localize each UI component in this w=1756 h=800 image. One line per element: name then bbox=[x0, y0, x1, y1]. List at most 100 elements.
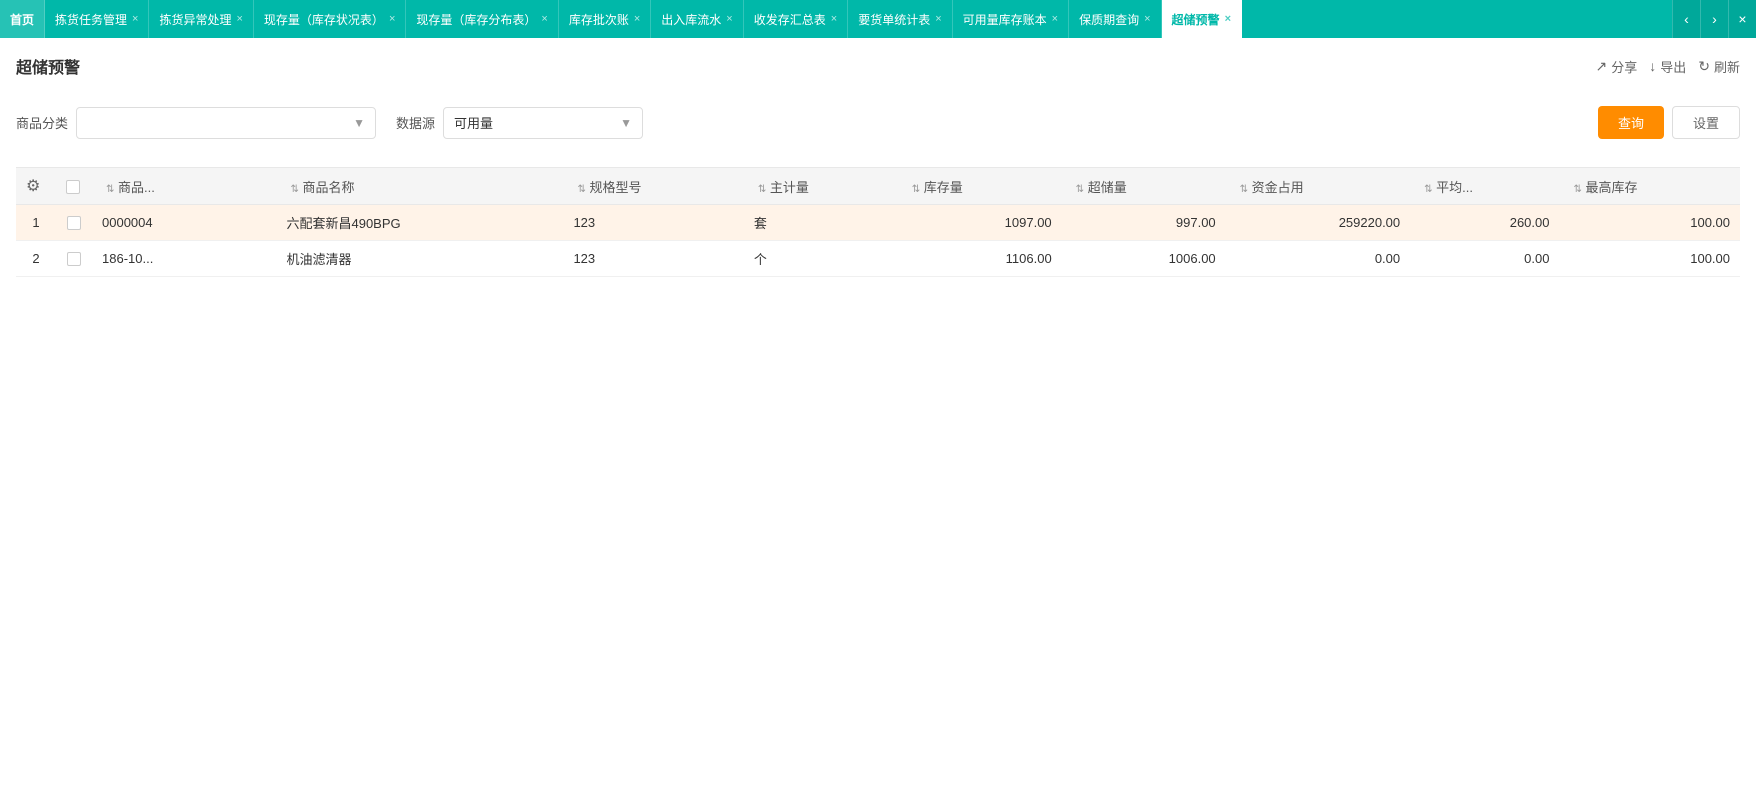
nav-item-flow[interactable]: 出入库流水 × bbox=[651, 0, 743, 38]
cell-capital-1: 0.00 bbox=[1226, 241, 1410, 277]
cell-avg-1: 0.00 bbox=[1410, 241, 1559, 277]
cell-over-1: 1006.00 bbox=[1062, 241, 1226, 277]
query-button[interactable]: 查询 bbox=[1598, 106, 1664, 139]
nav-item-home[interactable]: 首页 bbox=[0, 0, 45, 38]
export-button[interactable]: ↓ 导出 bbox=[1649, 57, 1686, 76]
table-row: 1 0000004 六配套新昌490BPG 123 套 1097.00 997.… bbox=[16, 205, 1740, 241]
close-icon-batch[interactable]: × bbox=[634, 13, 640, 25]
nav-item-current1[interactable]: 现存量（库存状况表） × bbox=[254, 0, 406, 38]
filter-datasource: 数据源 可用量 ▼ bbox=[396, 107, 643, 139]
refresh-label: 刷新 bbox=[1714, 57, 1740, 76]
cell-stock-1: 1106.00 bbox=[898, 241, 1062, 277]
close-icon-current1[interactable]: × bbox=[389, 13, 395, 25]
row-checkbox-0[interactable] bbox=[67, 216, 81, 230]
header-actions: ↗ 分享 ↓ 导出 ↻ 刷新 bbox=[1595, 57, 1740, 76]
close-icon-summary[interactable]: × bbox=[831, 13, 837, 25]
th-stock: ⇅ 库存量 bbox=[898, 168, 1062, 205]
cell-code-1: 186-10... bbox=[92, 241, 276, 277]
nav-item-task[interactable]: 拣货任务管理 × bbox=[45, 0, 149, 38]
datasource-value: 可用量 bbox=[454, 113, 493, 132]
close-icon-current2[interactable]: × bbox=[541, 13, 547, 25]
table-row: 2 186-10... 机油滤清器 123 个 1106.00 1006.00 … bbox=[16, 241, 1740, 277]
cell-name-0: 六配套新昌490BPG bbox=[276, 205, 563, 241]
refresh-button[interactable]: ↻ 刷新 bbox=[1698, 57, 1740, 76]
datasource-label: 数据源 bbox=[396, 113, 435, 132]
filter-category: 商品分类 ▼ bbox=[16, 107, 376, 139]
filter-buttons: 查询 设置 bbox=[1598, 106, 1740, 139]
cell-check-0[interactable] bbox=[56, 205, 92, 241]
th-avg: ⇅ 平均... bbox=[1410, 168, 1559, 205]
nav-label-current2: 现存量（库存分布表） bbox=[416, 11, 536, 28]
nav-prev-button[interactable]: ‹ bbox=[1672, 0, 1700, 38]
sort-icon-unit[interactable]: ⇅ bbox=[758, 184, 766, 195]
page-title: 超储预警 bbox=[16, 54, 80, 78]
close-icon-task[interactable]: × bbox=[132, 13, 138, 25]
share-icon: ↗ bbox=[1595, 58, 1607, 75]
nav-item-available[interactable]: 可用量库存账本 × bbox=[953, 0, 1069, 38]
top-nav: 首页 拣货任务管理 × 拣货异常处理 × 现存量（库存状况表） × 现存量（库存… bbox=[0, 0, 1756, 38]
close-icon-expiry[interactable]: × bbox=[1144, 13, 1150, 25]
nav-label-task: 拣货任务管理 bbox=[55, 11, 127, 28]
nav-item-current2[interactable]: 现存量（库存分布表） × bbox=[406, 0, 558, 38]
cell-unit-1: 个 bbox=[744, 241, 898, 277]
chevron-down-icon-2: ▼ bbox=[620, 116, 632, 130]
chevron-down-icon: ▼ bbox=[353, 116, 365, 130]
select-all-checkbox[interactable] bbox=[66, 180, 80, 194]
nav-label-current1: 现存量（库存状况表） bbox=[264, 11, 384, 28]
nav-close-all-button[interactable]: × bbox=[1728, 0, 1756, 38]
sort-icon-spec[interactable]: ⇅ bbox=[577, 184, 585, 195]
close-icon-overstock[interactable]: × bbox=[1225, 13, 1231, 25]
row-checkbox-1[interactable] bbox=[67, 252, 81, 266]
th-code: ⇅ 商品... bbox=[92, 168, 276, 205]
close-icon-available[interactable]: × bbox=[1052, 13, 1058, 25]
cell-name-1: 机油滤清器 bbox=[276, 241, 563, 277]
sort-icon-name[interactable]: ⇅ bbox=[290, 184, 298, 195]
nav-item-expiry[interactable]: 保质期查询 × bbox=[1069, 0, 1161, 38]
nav-label-expiry: 保质期查询 bbox=[1079, 11, 1139, 28]
th-check[interactable] bbox=[56, 168, 92, 205]
refresh-icon: ↻ bbox=[1698, 58, 1710, 75]
cell-unit-0: 套 bbox=[744, 205, 898, 241]
nav-arrows: ‹ › × bbox=[1672, 0, 1756, 38]
nav-item-overstock[interactable]: 超储预警 × bbox=[1162, 0, 1242, 38]
nav-item-exception[interactable]: 拣货异常处理 × bbox=[149, 0, 253, 38]
nav-label-home: 首页 bbox=[10, 11, 34, 28]
nav-label-summary: 收发存汇总表 bbox=[754, 11, 826, 28]
settings-button[interactable]: 设置 bbox=[1672, 106, 1740, 139]
datasource-select[interactable]: 可用量 ▼ bbox=[443, 107, 643, 139]
nav-item-summary[interactable]: 收发存汇总表 × bbox=[744, 0, 848, 38]
cell-over-0: 997.00 bbox=[1062, 205, 1226, 241]
nav-label-batch: 库存批次账 bbox=[569, 11, 629, 28]
th-maxstock: ⇅ 最高库存 bbox=[1559, 168, 1740, 205]
cell-spec-1: 123 bbox=[563, 241, 743, 277]
close-icon-exception[interactable]: × bbox=[236, 13, 242, 25]
nav-label-available: 可用量库存账本 bbox=[963, 11, 1047, 28]
cell-stock-0: 1097.00 bbox=[898, 205, 1062, 241]
cell-maxstock-1: 100.00 bbox=[1559, 241, 1740, 277]
table-header: ⚙ ⇅ 商品... ⇅ 商品名称 ⇅ 规格型号 ⇅ bbox=[16, 168, 1740, 205]
close-icon-flow[interactable]: × bbox=[726, 13, 732, 25]
data-table: ⚙ ⇅ 商品... ⇅ 商品名称 ⇅ 规格型号 ⇅ bbox=[16, 167, 1740, 277]
cell-code-0: 0000004 bbox=[92, 205, 276, 241]
nav-item-order-stat[interactable]: 要货单统计表 × bbox=[848, 0, 952, 38]
sort-icon-over[interactable]: ⇅ bbox=[1076, 184, 1084, 195]
sort-icon-capital[interactable]: ⇅ bbox=[1240, 184, 1248, 195]
sort-icon-code[interactable]: ⇅ bbox=[106, 184, 114, 195]
filter-area: 商品分类 ▼ 数据源 可用量 ▼ 查询 设置 bbox=[16, 94, 1740, 151]
nav-item-batch[interactable]: 库存批次账 × bbox=[559, 0, 651, 38]
page-header: 超储预警 ↗ 分享 ↓ 导出 ↻ 刷新 bbox=[16, 54, 1740, 78]
nav-label-flow: 出入库流水 bbox=[661, 11, 721, 28]
close-icon-order-stat[interactable]: × bbox=[935, 13, 941, 25]
nav-next-button[interactable]: › bbox=[1700, 0, 1728, 38]
sort-icon-avg[interactable]: ⇅ bbox=[1424, 184, 1432, 195]
nav-label-overstock: 超储预警 bbox=[1172, 11, 1220, 28]
cell-maxstock-0: 100.00 bbox=[1559, 205, 1740, 241]
gear-icon[interactable]: ⚙ bbox=[26, 178, 40, 195]
sort-icon-stock[interactable]: ⇅ bbox=[912, 184, 920, 195]
share-button[interactable]: ↗ 分享 bbox=[1595, 57, 1637, 76]
th-gear[interactable]: ⚙ bbox=[16, 168, 56, 205]
cell-check-1[interactable] bbox=[56, 241, 92, 277]
category-select[interactable]: ▼ bbox=[76, 107, 376, 139]
sort-icon-maxstock[interactable]: ⇅ bbox=[1573, 184, 1581, 195]
th-unit: ⇅ 主计量 bbox=[744, 168, 898, 205]
